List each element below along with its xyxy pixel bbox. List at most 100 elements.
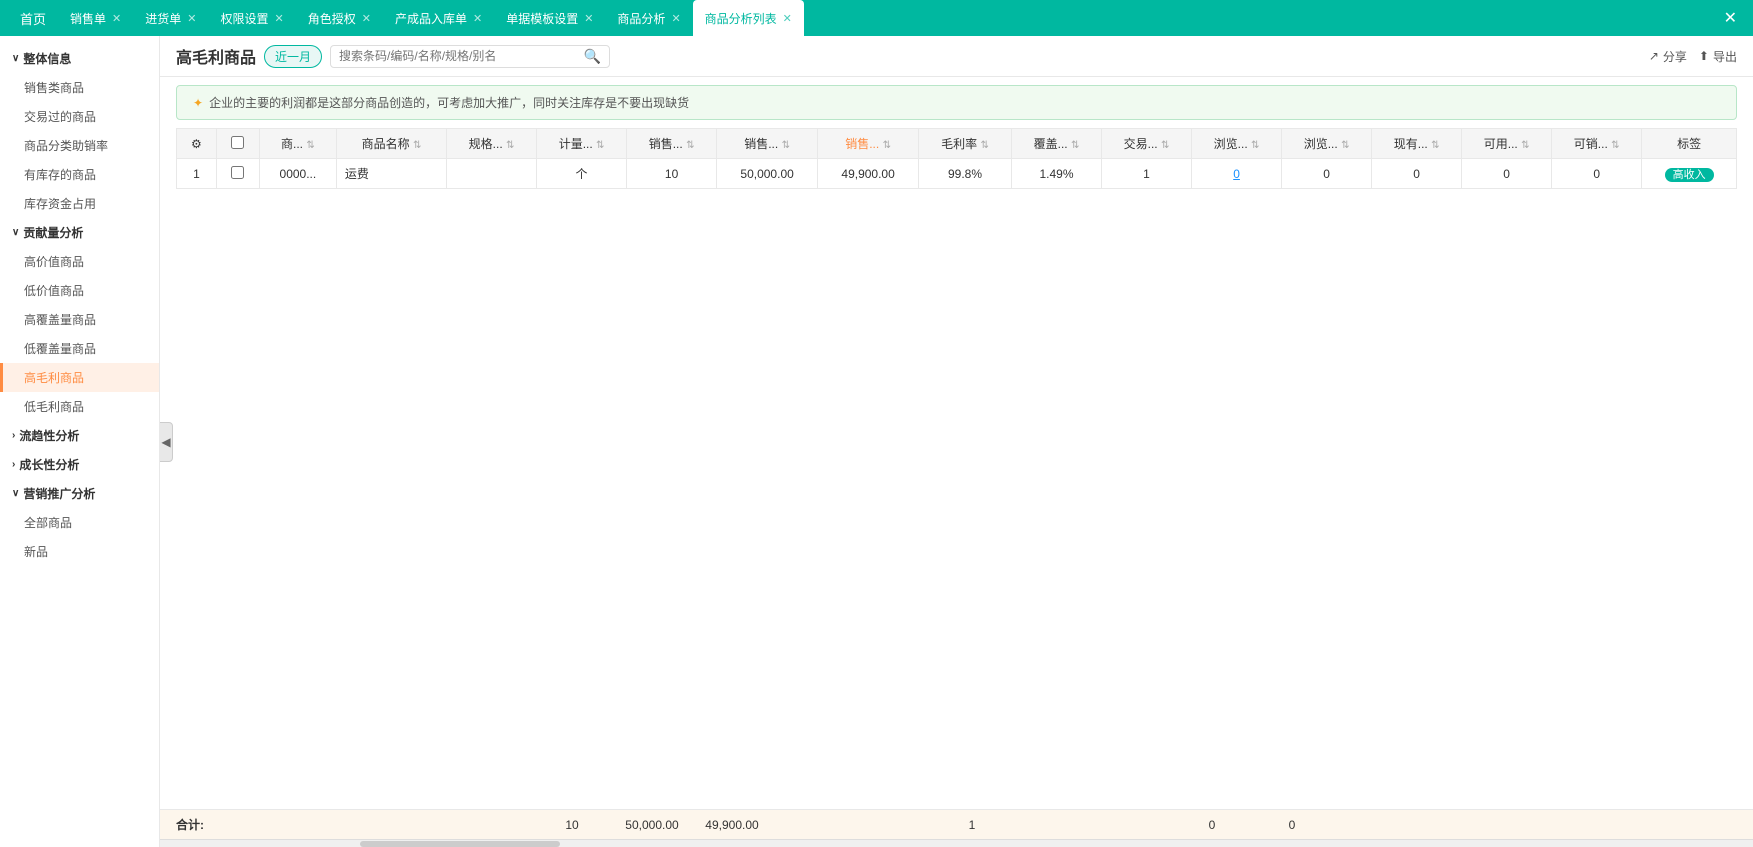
tag-badge: 高收入 [1665, 168, 1714, 182]
sidebar-item-traded-goods[interactable]: 交易过的商品 [0, 102, 159, 131]
browse1-link[interactable]: 0 [1233, 167, 1240, 181]
sidebar-item-stocked-goods[interactable]: 有库存的商品 [0, 160, 159, 189]
close-icon[interactable]: ✕ [671, 12, 680, 25]
window-close-icon[interactable]: ✕ [1716, 8, 1745, 28]
nav-tab-sales[interactable]: 销售单 ✕ [58, 0, 133, 36]
sort-icon: ⇅ [506, 140, 514, 151]
nav-tab-analysis-list[interactable]: 商品分析列表 ✕ [693, 0, 804, 36]
header-actions: ↗ 分享 ⬆ 导出 [1649, 48, 1737, 65]
content-area: ◀ 高毛利商品 近一月 🔍 ↗ 分享 ⬆ 导出 [160, 36, 1753, 847]
col-current-stock[interactable]: 现有... ⇅ [1372, 129, 1462, 159]
nav-tab-role[interactable]: 角色授权 ✕ [296, 0, 383, 36]
cell-browse2: 0 [1282, 159, 1372, 189]
col-trade[interactable]: 交易... ⇅ [1102, 129, 1192, 159]
nav-home[interactable]: 首页 [8, 9, 58, 28]
close-icon[interactable]: ✕ [362, 12, 371, 25]
sidebar-item-low-coverage[interactable]: 低覆盖量商品 [0, 334, 159, 363]
cell-checkbox[interactable] [216, 159, 259, 189]
col-sales-amount[interactable]: 销售... ⇅ [717, 129, 818, 159]
footer-spacer6 [852, 818, 932, 832]
search-input[interactable] [339, 49, 584, 63]
footer-label: 合计: [176, 816, 204, 833]
nav-tab-template[interactable]: 单据模板设置 ✕ [494, 0, 605, 36]
sidebar-item-low-margin[interactable]: 低毛利商品 [0, 392, 159, 421]
close-icon[interactable]: ✕ [783, 12, 792, 25]
cell-code: 0000... [259, 159, 336, 189]
sidebar-item-high-coverage[interactable]: 高覆盖量商品 [0, 305, 159, 334]
col-coverage[interactable]: 覆盖... ⇅ [1011, 129, 1101, 159]
col-saleable-stock[interactable]: 可销... ⇅ [1552, 129, 1642, 159]
footer-cells: 10 50,000.00 49,900.00 1 0 0 [212, 818, 1737, 832]
col-name[interactable]: 商品名称 ⇅ [336, 129, 446, 159]
export-button[interactable]: ⬆ 导出 [1699, 48, 1737, 65]
col-gross-rate[interactable]: 毛利率 ⇅ [919, 129, 1012, 159]
close-icon[interactable]: ✕ [473, 12, 482, 25]
cell-coverage: 1.49% [1011, 159, 1101, 189]
sidebar-group-overall[interactable]: ∨ 整体信息 [0, 44, 159, 73]
nav-tab-purchase[interactable]: 进货单 ✕ [133, 0, 208, 36]
cell-browse1[interactable]: 0 [1192, 159, 1282, 189]
col-sales-cost[interactable]: 销售... ⇅ [818, 129, 919, 159]
nav-tab-permission[interactable]: 权限设置 ✕ [208, 0, 295, 36]
select-all-checkbox[interactable] [231, 136, 244, 149]
content-header: 高毛利商品 近一月 🔍 ↗ 分享 ⬆ 导出 [160, 36, 1753, 77]
sidebar-group-growth[interactable]: › 成长性分析 [0, 450, 159, 479]
col-browse1[interactable]: 浏览... ⇅ [1192, 129, 1282, 159]
info-icon: ✦ [193, 96, 203, 110]
close-icon[interactable]: ✕ [275, 12, 284, 25]
cell-sales-amount: 50,000.00 [717, 159, 818, 189]
sidebar-item-all-goods[interactable]: 全部商品 [0, 508, 159, 537]
close-icon[interactable]: ✕ [187, 12, 196, 25]
sort-icon: ⇅ [1251, 140, 1259, 151]
share-button[interactable]: ↗ 分享 [1649, 48, 1687, 65]
info-banner: ✦ 企业的主要的利润都是这部分商品创造的，可考虑加大推广，同时关注库存是不要出现… [176, 85, 1737, 120]
top-nav-bar: 首页 销售单 ✕ 进货单 ✕ 权限设置 ✕ 角色授权 ✕ 产成品入库单 ✕ 单据… [0, 0, 1753, 36]
close-icon[interactable]: ✕ [584, 12, 593, 25]
filter-period-button[interactable]: 近一月 [264, 45, 322, 68]
sidebar-item-category-rate[interactable]: 商品分类助销率 [0, 131, 159, 160]
sidebar-collapse-button[interactable]: ◀ [160, 422, 173, 462]
cell-sales-qty: 10 [627, 159, 717, 189]
sidebar-group-contribution[interactable]: ∨ 贡献量分析 [0, 218, 159, 247]
close-icon[interactable]: ✕ [112, 12, 121, 25]
col-checkbox [216, 129, 259, 159]
col-available-stock[interactable]: 可用... ⇅ [1462, 129, 1552, 159]
sort-icon: ⇅ [306, 140, 314, 151]
sort-icon: ⇅ [981, 140, 989, 151]
horizontal-scrollbar[interactable] [160, 839, 1753, 847]
sort-icon: ⇅ [596, 140, 604, 151]
sidebar-item-low-value[interactable]: 低价值商品 [0, 276, 159, 305]
share-icon: ↗ [1649, 49, 1659, 63]
col-browse2[interactable]: 浏览... ⇅ [1282, 129, 1372, 159]
sort-icon: ⇅ [686, 140, 694, 151]
collapse-icon: ◀ [161, 435, 170, 449]
col-unit[interactable]: 计量... ⇅ [537, 129, 627, 159]
sidebar-group-flow[interactable]: › 流趋性分析 [0, 421, 159, 450]
chevron-down-icon: ∨ [12, 488, 19, 499]
col-settings[interactable]: ⚙ [177, 129, 217, 159]
footer-sales-qty: 10 [532, 818, 612, 832]
cell-name[interactable]: 运费 [336, 159, 446, 189]
cell-sales-cost: 49,900.00 [818, 159, 919, 189]
sidebar-item-high-value[interactable]: 高价值商品 [0, 247, 159, 276]
sidebar-item-sales-goods[interactable]: 销售类商品 [0, 73, 159, 102]
cell-saleable-stock: 0 [1552, 159, 1642, 189]
col-spec[interactable]: 规格... ⇅ [447, 129, 537, 159]
chevron-down-icon: ∨ [12, 53, 19, 64]
col-sales-qty[interactable]: 销售... ⇅ [627, 129, 717, 159]
row-checkbox[interactable] [231, 166, 244, 179]
footer-available-stock: 0 [1252, 818, 1332, 832]
search-container: 🔍 [330, 45, 610, 68]
sidebar-group-marketing[interactable]: ∨ 营销推广分析 [0, 479, 159, 508]
col-code[interactable]: 商... ⇅ [259, 129, 336, 159]
search-icon[interactable]: 🔍 [584, 48, 601, 65]
table-row: 1 0000... 运费 个 10 50,000.00 49,900.00 99… [177, 159, 1737, 189]
nav-tab-analysis[interactable]: 商品分析 ✕ [605, 0, 692, 36]
footer-spacer4 [452, 818, 532, 832]
sidebar-item-stock-capital[interactable]: 库存资金占用 [0, 189, 159, 218]
sidebar-item-new-goods[interactable]: 新品 [0, 537, 159, 566]
scrollbar-thumb[interactable] [360, 841, 560, 847]
sort-icon: ⇅ [1071, 140, 1079, 151]
nav-tab-product-entry[interactable]: 产成品入库单 ✕ [383, 0, 494, 36]
sidebar-item-high-margin[interactable]: 高毛利商品 [0, 363, 159, 392]
